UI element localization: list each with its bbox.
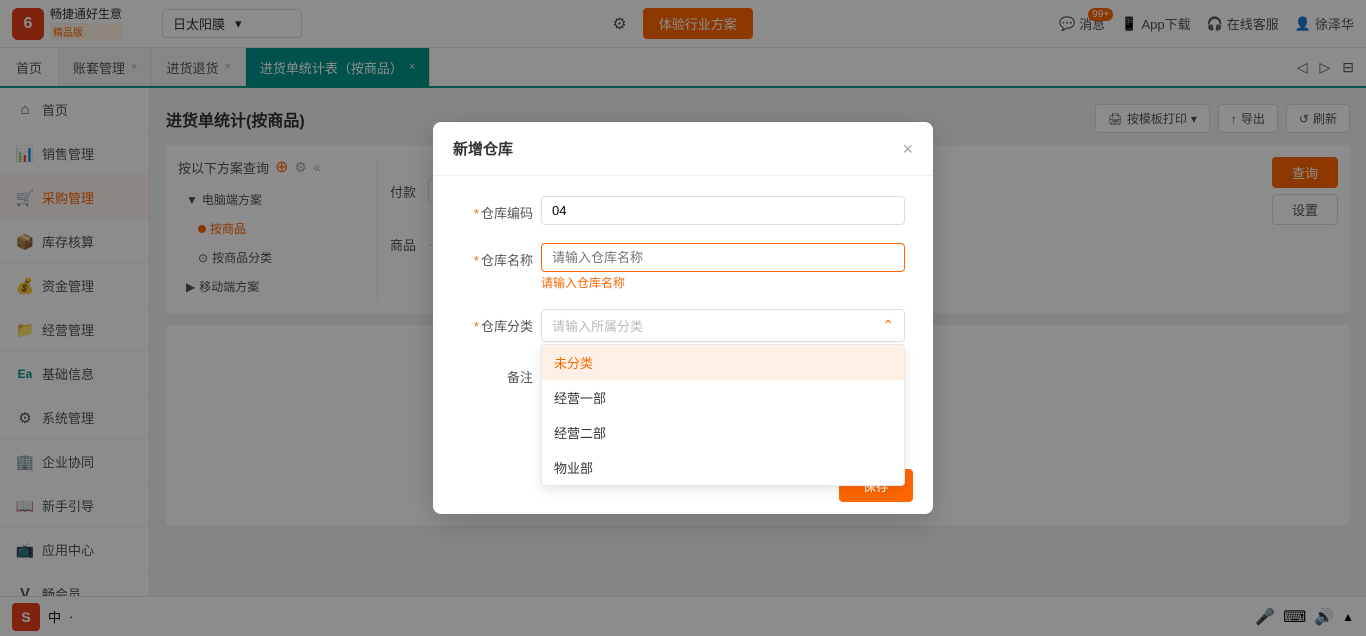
form-row-code: 仓库编码 [461, 196, 905, 225]
modal-new-warehouse: 新增仓库 × 仓库编码 仓库名称 请输入仓库名称 仓库分类 [433, 122, 933, 514]
dropdown-item-property[interactable]: 物业部 [542, 450, 904, 485]
category-placeholder: 请输入所属分类 [552, 316, 643, 335]
code-input[interactable] [541, 196, 905, 225]
form-row-name: 仓库名称 请输入仓库名称 [461, 243, 905, 291]
modal-close-button[interactable]: × [902, 140, 913, 158]
code-label: 仓库编码 [461, 196, 541, 222]
category-dropdown: 未分类 经营一部 经营二部 物业部 [541, 344, 905, 486]
modal-overlay[interactable]: 新增仓库 × 仓库编码 仓库名称 请输入仓库名称 仓库分类 [0, 0, 1366, 636]
modal-body: 仓库编码 仓库名称 请输入仓库名称 仓库分类 请输入所属分类 [433, 176, 933, 457]
category-arrow-icon: ⌃ [882, 317, 894, 334]
category-label: 仓库分类 [461, 309, 541, 335]
modal-header: 新增仓库 × [433, 122, 933, 176]
name-error-msg: 请输入仓库名称 [541, 274, 905, 291]
category-wrap: 请输入所属分类 ⌃ 未分类 经营一部 经营二部 物业部 [541, 309, 905, 342]
dropdown-item-uncategorized[interactable]: 未分类 [542, 345, 904, 380]
dropdown-item-dept2[interactable]: 经营二部 [542, 415, 904, 450]
modal-title: 新增仓库 [453, 138, 513, 159]
note-label: 备注 [461, 360, 541, 386]
name-label: 仓库名称 [461, 243, 541, 269]
dropdown-item-dept1[interactable]: 经营一部 [542, 380, 904, 415]
code-wrap [541, 196, 905, 225]
name-wrap: 请输入仓库名称 [541, 243, 905, 291]
form-row-category: 仓库分类 请输入所属分类 ⌃ 未分类 经营一部 经营二部 物业部 [461, 309, 905, 342]
name-input[interactable] [541, 243, 905, 272]
category-select[interactable]: 请输入所属分类 ⌃ [541, 309, 905, 342]
